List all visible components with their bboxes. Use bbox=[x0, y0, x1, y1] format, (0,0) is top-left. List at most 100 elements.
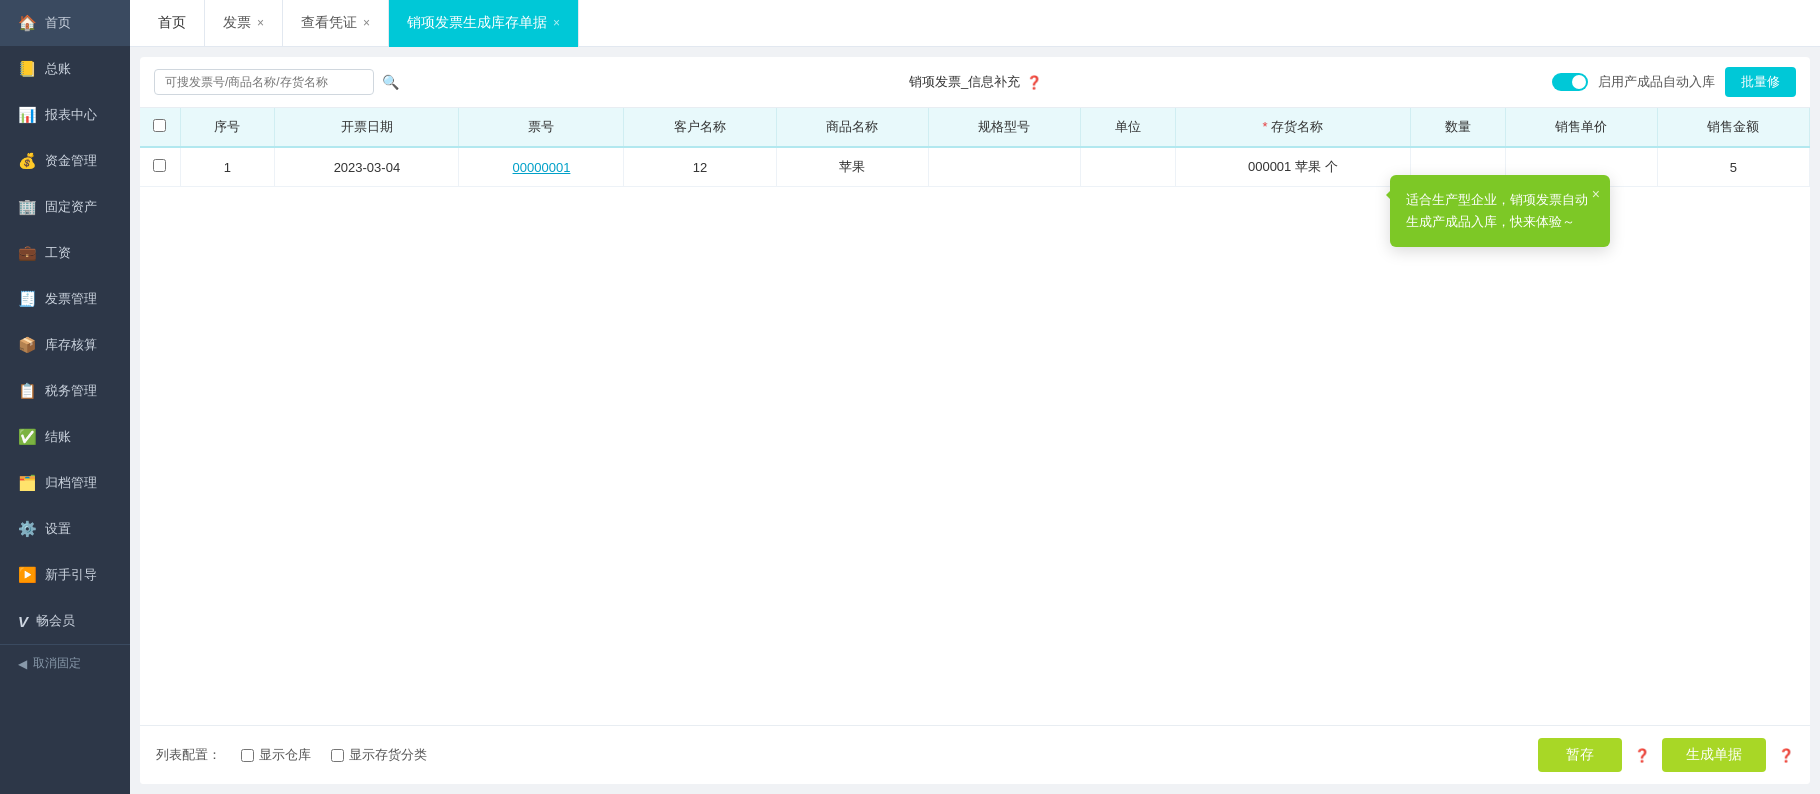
tab-voucher[interactable]: 查看凭证 × bbox=[283, 0, 389, 47]
sidebar-item-label: 资金管理 bbox=[45, 152, 97, 170]
invoice-icon: 🧾 bbox=[18, 290, 37, 308]
sidebar-item-archive[interactable]: 🗂️ 归档管理 bbox=[0, 460, 130, 506]
row-number[interactable]: 00000001 bbox=[459, 147, 624, 187]
toolbar-left: 🔍 bbox=[154, 69, 399, 95]
tab-invoice-close[interactable]: × bbox=[257, 16, 264, 30]
bottom-actions: 暂存 ❓ 生成单据 ❓ bbox=[1538, 738, 1794, 772]
sidebar-item-inventory[interactable]: 📦 库存核算 bbox=[0, 322, 130, 368]
row-spec bbox=[928, 147, 1080, 187]
tab-voucher-close[interactable]: × bbox=[363, 16, 370, 30]
tab-voucher-label: 查看凭证 bbox=[301, 14, 357, 32]
toggle-label: 启用产成品自动入库 bbox=[1598, 73, 1715, 91]
row-checkbox[interactable] bbox=[140, 147, 180, 187]
save-button[interactable]: 暂存 bbox=[1538, 738, 1622, 772]
sidebar-item-label: 设置 bbox=[45, 520, 71, 538]
tab-home-label: 首页 bbox=[158, 14, 186, 32]
guide-icon: ▶️ bbox=[18, 566, 37, 584]
center-label: 销项发票_信息补充 bbox=[909, 73, 1020, 91]
row-date: 2023-03-04 bbox=[275, 147, 459, 187]
main-area: 首页 发票 × 查看凭证 × 销项发票生成库存单据 × 🔍 销项发票_信息补充 … bbox=[130, 0, 1820, 794]
sidebar-item-label: 首页 bbox=[45, 14, 71, 32]
show-category-checkbox[interactable] bbox=[331, 749, 344, 762]
sidebar-item-member[interactable]: V 畅会员 bbox=[0, 598, 130, 644]
sidebar-footer-label: 取消固定 bbox=[33, 655, 81, 672]
sidebar-footer[interactable]: ◀ 取消固定 bbox=[0, 644, 130, 682]
ledger-icon: 📒 bbox=[18, 60, 37, 78]
tab-cancel-invoice-label: 销项发票生成库存单据 bbox=[407, 14, 547, 32]
member-icon: V bbox=[18, 613, 28, 630]
show-warehouse-checkbox[interactable] bbox=[241, 749, 254, 762]
home-icon: 🏠 bbox=[18, 14, 37, 32]
sidebar-item-label: 畅会员 bbox=[36, 612, 75, 630]
sidebar-item-label: 发票管理 bbox=[45, 290, 97, 308]
tooltip-close-button[interactable]: × bbox=[1592, 183, 1600, 207]
auto-warehouse-toggle[interactable] bbox=[1552, 73, 1588, 91]
sidebar-item-label: 固定资产 bbox=[45, 198, 97, 216]
settings-icon: ⚙️ bbox=[18, 520, 37, 538]
row-amount: 5 bbox=[1657, 147, 1809, 187]
save-info-icon[interactable]: ❓ bbox=[1634, 748, 1650, 763]
tooltip-popup: × 适合生产型企业，销项发票自动生成产成品入库，快来体验～ bbox=[1390, 175, 1610, 247]
sidebar-item-report[interactable]: 📊 报表中心 bbox=[0, 92, 130, 138]
sidebar-item-labor[interactable]: 💼 工资 bbox=[0, 230, 130, 276]
bottom-bar: 列表配置： 显示仓库 显示存货分类 暂存 ❓ 生成单据 ❓ bbox=[140, 725, 1810, 784]
sidebar: 🏠 首页 📒 总账 📊 报表中心 💰 资金管理 🏢 固定资产 💼 工资 🧾 发票… bbox=[0, 0, 130, 794]
tax-icon: 📋 bbox=[18, 382, 37, 400]
toolbar-right: 启用产成品自动入库 批量修 bbox=[1552, 67, 1796, 97]
tab-invoice[interactable]: 发票 × bbox=[205, 0, 283, 47]
tooltip-text: 适合生产型企业，销项发票自动生成产成品入库，快来体验～ bbox=[1406, 192, 1588, 229]
batch-button[interactable]: 批量修 bbox=[1725, 67, 1796, 97]
show-warehouse-option: 显示仓库 bbox=[241, 746, 311, 764]
row-unit bbox=[1080, 147, 1175, 187]
th-unit: 单位 bbox=[1080, 108, 1175, 147]
show-category-option: 显示存货分类 bbox=[331, 746, 427, 764]
sidebar-item-label: 归档管理 bbox=[45, 474, 97, 492]
row-customer: 12 bbox=[624, 147, 776, 187]
tab-cancel-invoice[interactable]: 销项发票生成库存单据 × bbox=[389, 0, 579, 47]
show-warehouse-label: 显示仓库 bbox=[259, 746, 311, 764]
tab-cancel-invoice-close[interactable]: × bbox=[553, 16, 560, 30]
sidebar-item-fund[interactable]: 💰 资金管理 bbox=[0, 138, 130, 184]
tab-invoice-label: 发票 bbox=[223, 14, 251, 32]
toolbar-center: 销项发票_信息补充 ❓ bbox=[909, 73, 1042, 91]
show-category-label: 显示存货分类 bbox=[349, 746, 427, 764]
content-area: 🔍 销项发票_信息补充 ❓ 启用产成品自动入库 批量修 bbox=[140, 57, 1810, 784]
archive-icon: 🗂️ bbox=[18, 474, 37, 492]
th-goods: 商品名称 bbox=[776, 108, 928, 147]
toolbar: 🔍 销项发票_信息补充 ❓ 启用产成品自动入库 批量修 bbox=[140, 57, 1810, 108]
sidebar-item-settlement[interactable]: ✅ 结账 bbox=[0, 414, 130, 460]
sidebar-item-label: 结账 bbox=[45, 428, 71, 446]
sidebar-item-label: 库存核算 bbox=[45, 336, 97, 354]
tab-home[interactable]: 首页 bbox=[140, 0, 205, 47]
sidebar-item-label: 税务管理 bbox=[45, 382, 97, 400]
row-seq: 1 bbox=[180, 147, 275, 187]
sidebar-item-label: 工资 bbox=[45, 244, 71, 262]
th-amount: 销售金额 bbox=[1657, 108, 1809, 147]
gen-info-icon[interactable]: ❓ bbox=[1778, 748, 1794, 763]
sidebar-item-home[interactable]: 🏠 首页 bbox=[0, 0, 130, 46]
settlement-icon: ✅ bbox=[18, 428, 37, 446]
th-inventory: 存货名称 bbox=[1175, 108, 1410, 147]
search-input[interactable] bbox=[154, 69, 374, 95]
info-icon[interactable]: ❓ bbox=[1026, 75, 1042, 90]
th-spec: 规格型号 bbox=[928, 108, 1080, 147]
sidebar-item-invoice[interactable]: 🧾 发票管理 bbox=[0, 276, 130, 322]
sidebar-item-ledger[interactable]: 📒 总账 bbox=[0, 46, 130, 92]
fund-icon: 💰 bbox=[18, 152, 37, 170]
tabbar: 首页 发票 × 查看凭证 × 销项发票生成库存单据 × bbox=[130, 0, 1820, 47]
sidebar-item-guide[interactable]: ▶️ 新手引导 bbox=[0, 552, 130, 598]
th-checkbox bbox=[140, 108, 180, 147]
th-seq: 序号 bbox=[180, 108, 275, 147]
row-goods: 苹果 bbox=[776, 147, 928, 187]
generate-button[interactable]: 生成单据 bbox=[1662, 738, 1766, 772]
sidebar-item-tax[interactable]: 📋 税务管理 bbox=[0, 368, 130, 414]
sidebar-item-assets[interactable]: 🏢 固定资产 bbox=[0, 184, 130, 230]
th-date: 开票日期 bbox=[275, 108, 459, 147]
arrow-left-icon: ◀ bbox=[18, 657, 27, 671]
inventory-icon: 📦 bbox=[18, 336, 37, 354]
search-icon: 🔍 bbox=[382, 74, 399, 90]
sidebar-item-settings[interactable]: ⚙️ 设置 bbox=[0, 506, 130, 552]
assets-icon: 🏢 bbox=[18, 198, 37, 216]
th-quantity: 数量 bbox=[1410, 108, 1505, 147]
select-all-checkbox[interactable] bbox=[153, 119, 166, 132]
